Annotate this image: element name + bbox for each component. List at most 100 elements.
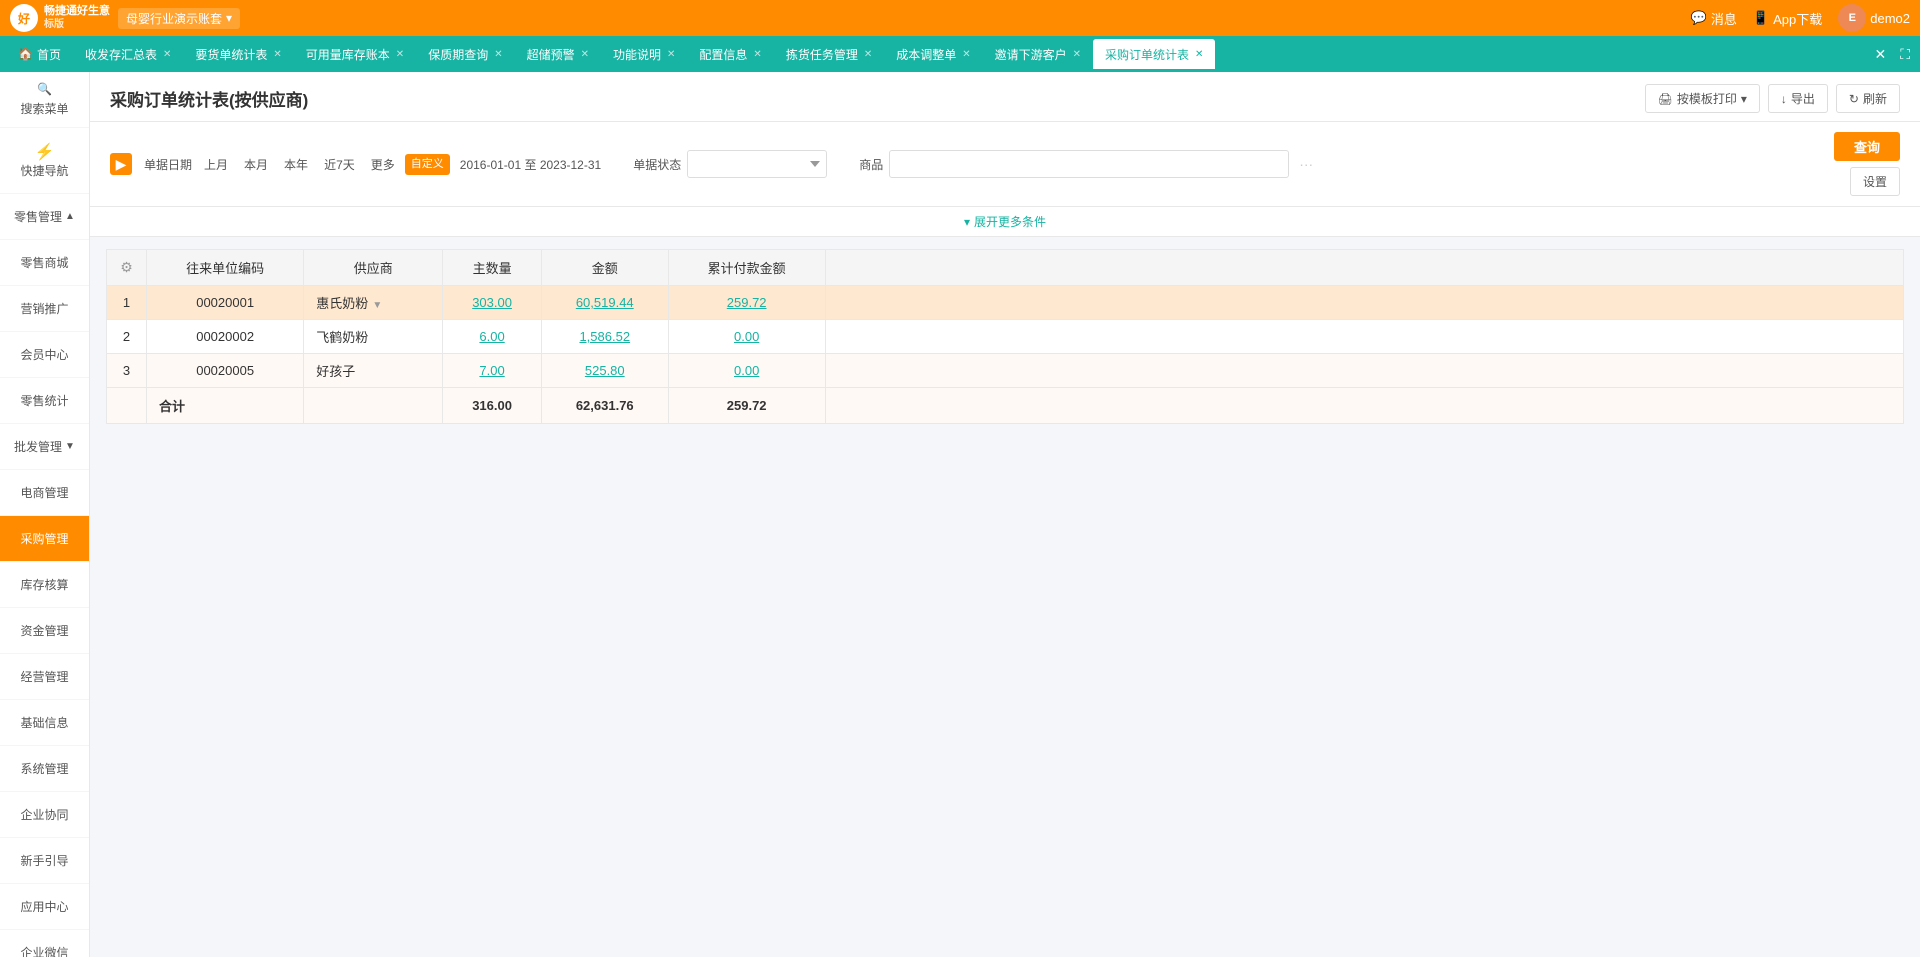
sidebar-item-purchase[interactable]: 采购管理 [0, 516, 89, 562]
close-icon[interactable]: ✕ [962, 49, 970, 60]
sidebar-item-marketing[interactable]: 营销推广 [0, 286, 89, 332]
chevron-down-icon: ▾ [1741, 92, 1747, 106]
logo-area: 好 畅捷通好生意 标版 [10, 4, 110, 32]
tab-pick-task[interactable]: 拣货任务管理 ✕ [774, 39, 884, 69]
status-select[interactable] [687, 150, 827, 178]
expand-more-bar: ▾ 展开更多条件 [90, 207, 1920, 237]
last-month-btn[interactable]: 上月 [198, 154, 234, 175]
sidebar-item-basic-info[interactable]: 基础信息 [0, 700, 89, 746]
tab-config-info[interactable]: 配置信息 ✕ [687, 39, 773, 69]
close-icon[interactable]: ✕ [273, 49, 281, 60]
user-name: demo2 [1870, 11, 1910, 26]
maximize-btn[interactable]: ⛶ [1896, 44, 1914, 65]
sidebar-item-member[interactable]: 会员中心 [0, 332, 89, 378]
tab-purchase-summary[interactable]: 采购订单统计表 ✕ [1093, 39, 1215, 69]
th-unit-code: 往来单位编码 [147, 250, 304, 286]
workspace-selector[interactable]: 母婴行业演示账套 ▾ [118, 8, 240, 29]
tab-available-stock[interactable]: 可用量库存账本 ✕ [294, 39, 416, 69]
close-all-tabs-btn[interactable]: ✕ [1870, 44, 1890, 65]
goods-input-more[interactable]: ··· [1299, 156, 1313, 172]
expand-more-btn[interactable]: ▾ 展开更多条件 [964, 213, 1046, 230]
sidebar-item-new-guide[interactable]: 新手引导 [0, 838, 89, 884]
last-7-days-btn[interactable]: 近7天 [318, 154, 361, 175]
tab-home[interactable]: 🏠 首页 [6, 39, 73, 69]
sidebar-item-finance[interactable]: 资金管理 [0, 608, 89, 654]
cell-amount: 525.80 [542, 354, 668, 388]
cell-paid-amount: 0.00 [668, 354, 825, 388]
cell-supplier: 惠氏奶粉▼ [304, 286, 443, 320]
cell-seq: 1 [107, 286, 147, 320]
this-year-btn[interactable]: 本年 [278, 154, 314, 175]
sidebar-item-wholesale[interactable]: 批发管理 ▼ [0, 424, 89, 470]
sidebar-item-quick-nav[interactable]: ⚡ 快捷导航 [0, 128, 89, 194]
search-icon: 🔍 [37, 82, 52, 96]
table-row[interactable]: 3 00020005 好孩子 7.00 525.80 0.00 [107, 354, 1904, 388]
chevron-down-icon: ▾ [964, 215, 970, 229]
cell-seq: 2 [107, 320, 147, 354]
tab-shelf-life[interactable]: 保质期查询 ✕ [416, 39, 514, 69]
close-icon[interactable]: ✕ [581, 49, 589, 60]
sidebar-item-retail-mall[interactable]: 零售商城 [0, 240, 89, 286]
cell-paid-amount: 259.72 [668, 286, 825, 320]
cell-quantity: 6.00 [443, 320, 542, 354]
table-area: ⚙ 往来单位编码 供应商 主数量 金额 累计付款金额 1 00020001 [90, 237, 1920, 957]
status-filter-group: 单据状态 [633, 150, 827, 178]
export-btn[interactable]: ↓ 导出 [1768, 84, 1828, 113]
user-menu[interactable]: E demo2 [1838, 4, 1910, 32]
sidebar-item-search[interactable]: 🔍 搜索菜单 [0, 72, 89, 128]
close-icon[interactable]: ✕ [396, 49, 404, 60]
sidebar-item-retail[interactable]: 零售管理 ▲ [0, 194, 89, 240]
cell-extra [825, 320, 1903, 354]
sidebar-item-inventory[interactable]: 库存核算 [0, 562, 89, 608]
sidebar-item-ecommerce[interactable]: 电商管理 [0, 470, 89, 516]
refresh-btn[interactable]: ↻ 刷新 [1836, 84, 1900, 113]
message-icon: 💬 [1691, 10, 1707, 26]
close-icon[interactable]: ✕ [1073, 49, 1081, 60]
sidebar-item-enterprise-wechat[interactable]: 企业微信 [0, 930, 89, 957]
sidebar-item-operations[interactable]: 经营管理 [0, 654, 89, 700]
query-btn[interactable]: 查询 [1834, 132, 1900, 161]
app-download-btn[interactable]: 📱 App下载 [1753, 9, 1822, 28]
sidebar-item-system[interactable]: 系统管理 [0, 746, 89, 792]
cell-supplier: 好孩子 [304, 354, 443, 388]
this-month-btn[interactable]: 本月 [238, 154, 274, 175]
query-actions: 查询 设置 [1834, 132, 1900, 196]
tab-receive-summary[interactable]: 收发存汇总表 ✕ [73, 39, 183, 69]
settings-btn[interactable]: 设置 [1850, 167, 1900, 196]
chevron-down-icon: ▼ [372, 300, 382, 311]
close-icon[interactable]: ✕ [163, 49, 171, 60]
goods-input[interactable] [889, 150, 1289, 178]
close-icon[interactable]: ✕ [753, 49, 761, 60]
tab-function-desc[interactable]: 功能说明 ✕ [601, 39, 687, 69]
cell-seq: 3 [107, 354, 147, 388]
tab-invite-downstream[interactable]: 邀请下游客户 ✕ [983, 39, 1093, 69]
close-icon[interactable]: ✕ [864, 49, 872, 60]
tab-overstock[interactable]: 超储预警 ✕ [515, 39, 601, 69]
filter-bar: ▶ 单据日期 上月 本月 本年 近7天 更多 自定义 2016-01-01 至 … [90, 122, 1920, 207]
chevron-down-icon: ▲ [65, 211, 75, 222]
workspace-label: 母婴行业演示账套 [126, 10, 222, 27]
filter-toggle-btn[interactable]: ▶ [110, 153, 132, 175]
sidebar-item-enterprise-collab[interactable]: 企业协同 [0, 792, 89, 838]
sidebar-item-retail-stats[interactable]: 零售统计 [0, 378, 89, 424]
message-btn[interactable]: 💬 消息 [1691, 9, 1737, 28]
refresh-icon: ↻ [1849, 92, 1859, 106]
top-bar-left: 好 畅捷通好生意 标版 母婴行业演示账套 ▾ [10, 4, 240, 32]
chevron-down-icon: ▼ [65, 441, 75, 452]
tab-cost-adjust[interactable]: 成本调整单 ✕ [884, 39, 982, 69]
more-date-btn[interactable]: 更多 [365, 154, 401, 175]
table-row[interactable]: 1 00020001 惠氏奶粉▼ 303.00 60,519.44 259.72 [107, 286, 1904, 320]
sidebar-item-app-center[interactable]: 应用中心 [0, 884, 89, 930]
template-print-btn[interactable]: 🖨 按模板打印 ▾ [1645, 84, 1760, 113]
message-label: 消息 [1711, 9, 1737, 28]
table-row[interactable]: 2 00020002 飞鹤奶粉 6.00 1,586.52 0.00 [107, 320, 1904, 354]
footer-amount: 62,631.76 [542, 388, 668, 424]
gear-icon[interactable]: ⚙ [120, 259, 133, 275]
cell-extra [825, 354, 1903, 388]
footer-label: 合计 [147, 388, 304, 424]
tab-order-summary[interactable]: 要货单统计表 ✕ [183, 39, 293, 69]
top-bar-right: 💬 消息 📱 App下载 E demo2 [1691, 4, 1910, 32]
close-icon[interactable]: ✕ [494, 49, 502, 60]
close-icon[interactable]: ✕ [1195, 49, 1203, 60]
close-icon[interactable]: ✕ [667, 49, 675, 60]
